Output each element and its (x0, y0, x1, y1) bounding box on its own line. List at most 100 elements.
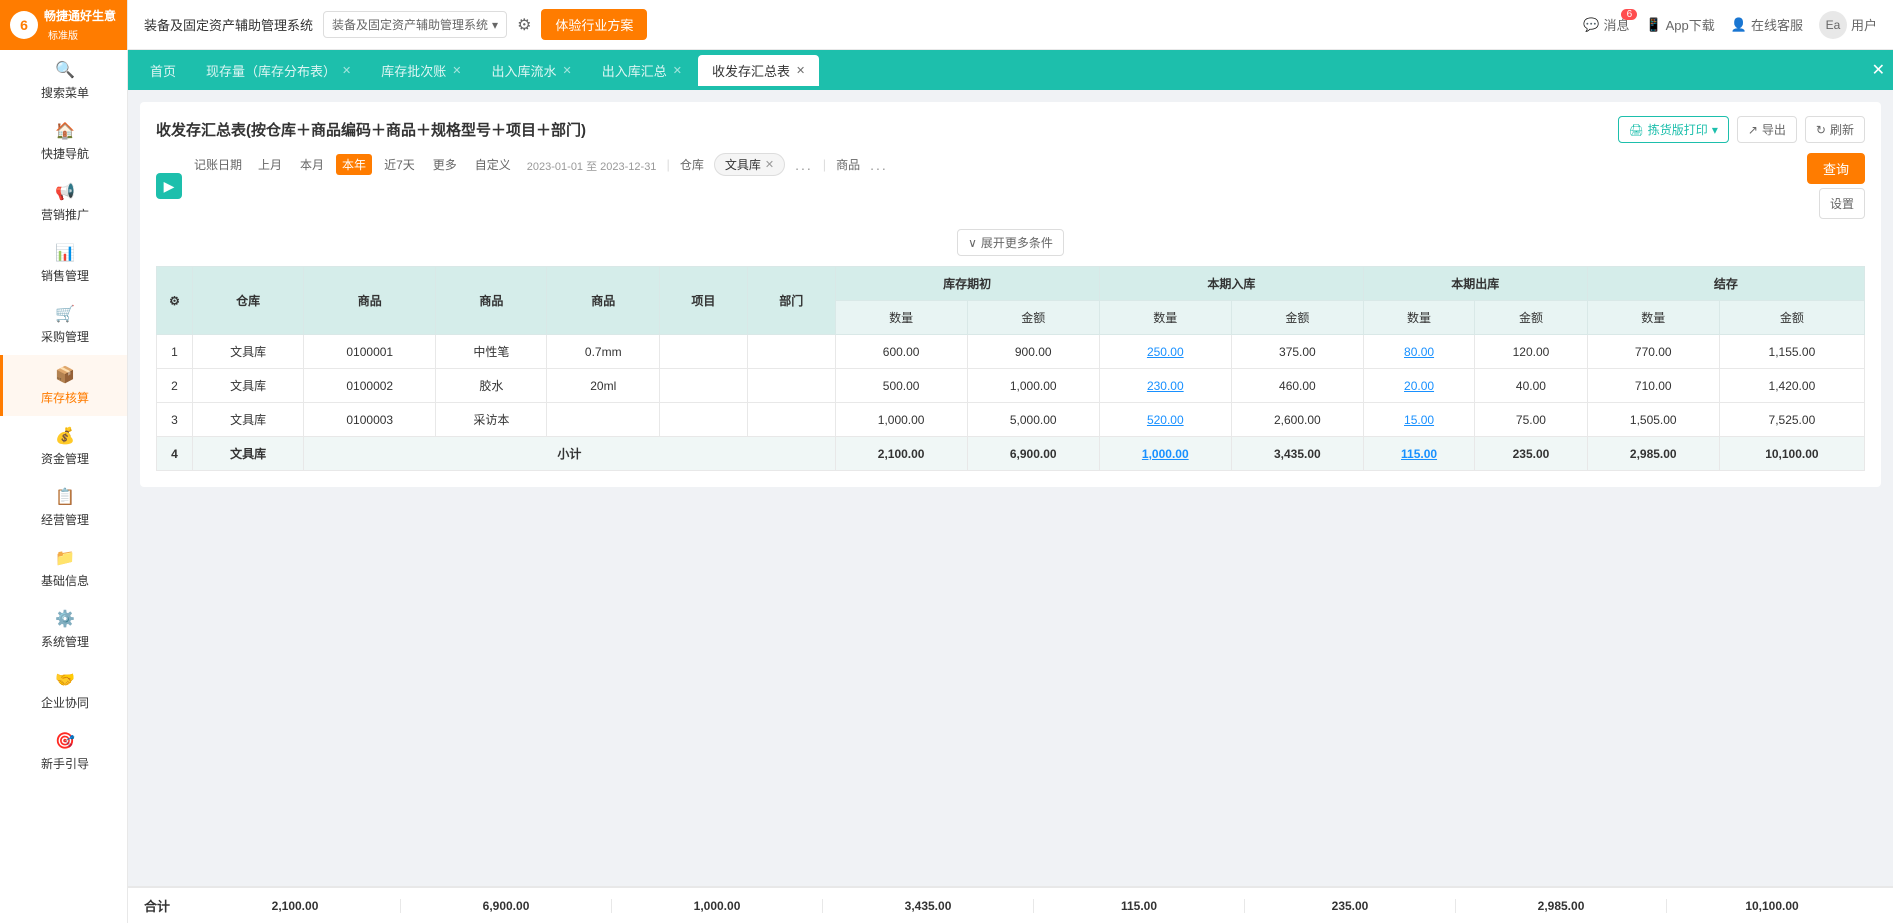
goods-filter-dots[interactable]: ... (870, 157, 888, 173)
logo-text: 畅捷通好生意 标准版 (44, 7, 116, 43)
tab-home[interactable]: 首页 (136, 55, 190, 86)
date-btn-custom[interactable]: 自定义 (469, 154, 517, 175)
sidebar-item-label: 搜索菜单 (41, 84, 89, 101)
tab-label: 现存量（库存分布表） (206, 61, 336, 80)
date-btn-thisyear[interactable]: 本年 (336, 154, 372, 175)
row-open-qty: 1,000.00 (835, 403, 967, 437)
tab-close-icon[interactable]: ✕ (673, 64, 682, 77)
date-options: 上月 本月 本年 近7天 更多 自定义 (252, 154, 517, 175)
sidebar-item-sales[interactable]: 📊 销售管理 (0, 233, 127, 294)
sidebar-item-management[interactable]: 📋 经营管理 (0, 477, 127, 538)
sidebar-item-purchase[interactable]: 🛒 采购管理 (0, 294, 127, 355)
expand-more-button[interactable]: ∨ 展开更多条件 (957, 229, 1064, 256)
guide-icon: 🎯 (55, 731, 75, 751)
row-out-qty[interactable]: 15.00 (1363, 403, 1474, 437)
date-btn-more[interactable]: 更多 (427, 154, 463, 175)
query-button[interactable]: 查询 (1807, 153, 1865, 184)
row-goods-name: 中性笔 (436, 335, 547, 369)
row-bal-qty: 1,505.00 (1587, 403, 1719, 437)
sidebar-item-search[interactable]: 🔍 搜索菜单 (0, 50, 127, 111)
filter-settings-button[interactable]: 设置 (1819, 188, 1865, 219)
info-icon: 📁 (55, 548, 75, 568)
tab-close-icon[interactable]: ✕ (452, 64, 461, 77)
content-area: 收发存汇总表(按仓库＋商品编码＋商品＋规格型号＋项目＋部门) 🖨 拣货版打印 ▾… (128, 90, 1893, 886)
app-download-item[interactable]: 📱 App下载 (1645, 15, 1714, 34)
th-bal-amt: 金额 (1719, 301, 1864, 335)
th-in-qty: 数量 (1099, 301, 1231, 335)
th-group-balance: 结存 (1587, 267, 1864, 301)
table-row: 2 文具库 0100002 胶水 20ml 500.00 1,000.00 23… (157, 369, 1865, 403)
search-icon: 🔍 (55, 60, 75, 80)
sidebar-item-collab[interactable]: 🤝 企业协同 (0, 660, 127, 721)
export-button[interactable]: ↗ 导出 (1737, 116, 1797, 143)
filter-middle: 记账日期 上月 本月 本年 近7天 更多 自定义 2023-01-01 至 20… (194, 153, 1799, 176)
row-in-qty[interactable]: 230.00 (1099, 369, 1231, 403)
user-item[interactable]: Ea 用户 (1819, 11, 1877, 39)
page-header: 收发存汇总表(按仓库＋商品编码＋商品＋规格型号＋项目＋部门) 🖨 拣货版打印 ▾… (140, 102, 1881, 143)
sidebar-logo: 6 畅捷通好生意 标准版 (0, 0, 127, 50)
sidebar-item-inventory[interactable]: 📦 库存核算 (0, 355, 127, 416)
sales-icon: 📊 (55, 243, 75, 263)
sidebar-item-marketing[interactable]: 📢 营销推广 (0, 172, 127, 233)
trial-button[interactable]: 体验行业方案 (541, 9, 647, 40)
tab-inout-summary[interactable]: 出入库汇总 ✕ (588, 55, 696, 86)
tab-flow[interactable]: 出入库流水 ✕ (477, 55, 585, 86)
row-in-qty[interactable]: 520.00 (1099, 403, 1231, 437)
tab-batch[interactable]: 库存批次账 ✕ (367, 55, 475, 86)
inventory-icon: 📦 (55, 365, 75, 385)
sidebar-item-quicknav[interactable]: 🏠 快捷导航 (0, 111, 127, 172)
sidebar-item-label: 新手引导 (41, 755, 89, 772)
date-btn-thismonth[interactable]: 本月 (294, 154, 330, 175)
system-title: 装备及固定资产辅助管理系统 (144, 15, 313, 34)
online-service-item[interactable]: 👤 在线客服 (1731, 15, 1803, 34)
date-btn-7days[interactable]: 近7天 (378, 154, 421, 175)
sidebar-item-system[interactable]: ⚙️ 系统管理 (0, 599, 127, 660)
sidebar-item-label: 营销推广 (41, 206, 89, 223)
system-icon: ⚙️ (55, 609, 75, 629)
row-dept (747, 403, 835, 437)
app-download-label: App下载 (1666, 15, 1715, 34)
footer-out-amt: 235.00 (1245, 899, 1456, 913)
subtotal-in-qty: 1,000.00 (1099, 437, 1231, 471)
tab-receive-summary[interactable]: 收发存汇总表 ✕ (698, 55, 819, 86)
expand-icon: ∨ (968, 236, 977, 250)
filter-right-actions: 查询 设置 (1807, 153, 1865, 219)
collab-icon: 🤝 (55, 670, 75, 690)
th-bal-qty: 数量 (1587, 301, 1719, 335)
sidebar-item-guide[interactable]: 🎯 新手引导 (0, 721, 127, 782)
warehouse-label: 仓库 (680, 156, 704, 173)
tab-close-icon[interactable]: ✕ (342, 64, 351, 77)
filter-toggle-button[interactable]: ▶ (156, 173, 182, 199)
row-out-qty[interactable]: 20.00 (1363, 369, 1474, 403)
tab-close-icon[interactable]: ✕ (563, 64, 572, 77)
filter-section: 记账日期 上月 本月 本年 近7天 更多 自定义 2023-01-01 至 20… (194, 153, 1865, 219)
tab-close-icon[interactable]: ✕ (796, 64, 805, 77)
sidebar-item-basic-info[interactable]: 📁 基础信息 (0, 538, 127, 599)
sidebar-item-finance[interactable]: 💰 资金管理 (0, 416, 127, 477)
th-out-amt: 金额 (1475, 301, 1588, 335)
warehouse-filter-dots[interactable]: ... (795, 157, 813, 173)
sidebar-item-label: 销售管理 (41, 267, 89, 284)
row-goods-code: 0100002 (304, 369, 436, 403)
message-item[interactable]: 💬 消息 6 (1583, 15, 1629, 34)
subtotal-bal-amt: 10,100.00 (1719, 437, 1864, 471)
warehouse-tag-close-icon[interactable]: ✕ (765, 158, 774, 171)
subtotal-bal-qty: 2,985.00 (1587, 437, 1719, 471)
sidebar: 6 畅捷通好生意 标准版 🔍 搜索菜单 🏠 快捷导航 📢 营销推广 📊 销售管理… (0, 0, 128, 923)
system-dropdown[interactable]: 装备及固定资产辅助管理系统 ▾ (323, 11, 507, 38)
subtotal-out-amt: 235.00 (1475, 437, 1588, 471)
close-all-tabs-button[interactable]: ✕ (1872, 60, 1885, 80)
tab-stock-dist[interactable]: 现存量（库存分布表） ✕ (192, 55, 365, 86)
settings-gear-icon[interactable]: ⚙ (517, 15, 531, 35)
row-out-qty[interactable]: 80.00 (1363, 335, 1474, 369)
row-goods-code: 0100001 (304, 335, 436, 369)
print-button[interactable]: 🖨 拣货版打印 ▾ (1618, 116, 1729, 143)
date-btn-lastmonth[interactable]: 上月 (252, 154, 288, 175)
refresh-button[interactable]: ↻ 刷新 (1805, 116, 1865, 143)
row-out-amt: 75.00 (1475, 403, 1588, 437)
chevron-down-icon: ▾ (492, 18, 498, 32)
th-warehouse: 仓库 (193, 267, 304, 335)
refresh-icon: ↻ (1816, 123, 1826, 137)
row-in-qty[interactable]: 250.00 (1099, 335, 1231, 369)
row-out-amt: 40.00 (1475, 369, 1588, 403)
